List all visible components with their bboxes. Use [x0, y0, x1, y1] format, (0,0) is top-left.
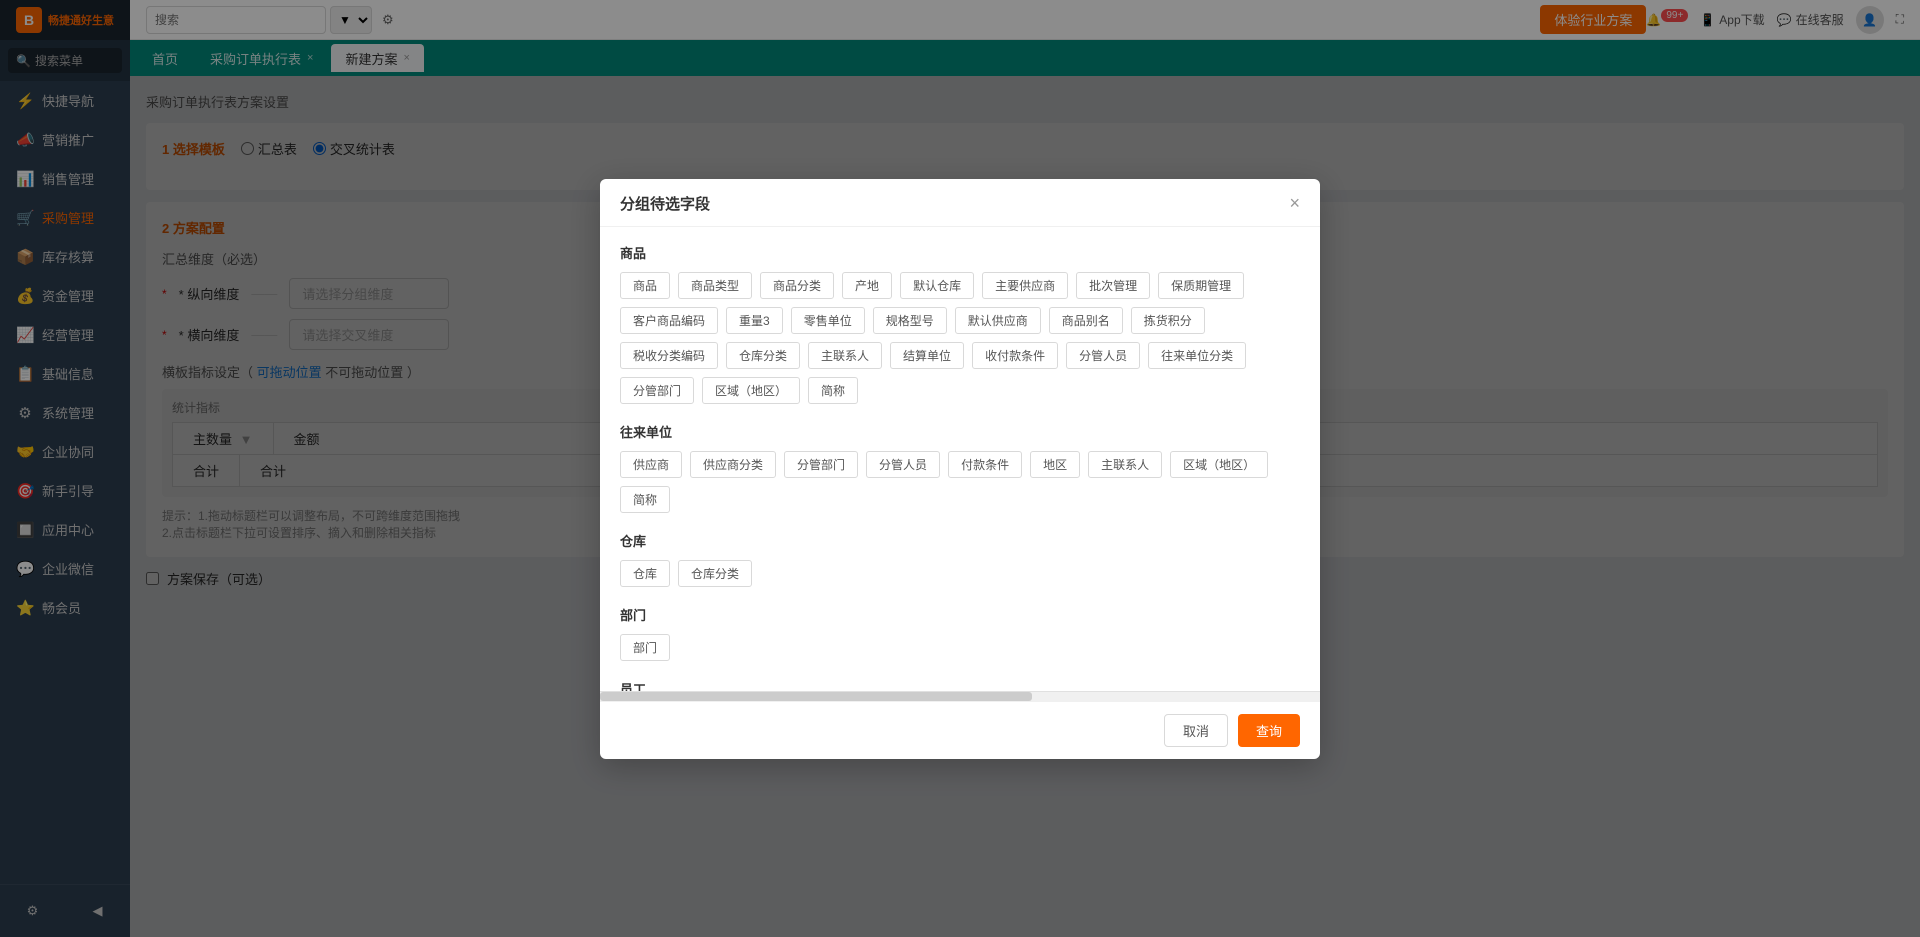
field-tag-1-1[interactable]: 供应商分类	[690, 451, 776, 478]
field-tag-0-2[interactable]: 商品分类	[760, 272, 834, 299]
section-title-1: 往来单位	[620, 422, 1300, 441]
field-tag-0-3[interactable]: 产地	[842, 272, 892, 299]
field-tag-0-6[interactable]: 批次管理	[1076, 272, 1150, 299]
field-tag-0-23[interactable]: 区域（地区）	[702, 377, 800, 404]
modal-title: 分组待选字段	[620, 193, 710, 214]
field-tag-0-15[interactable]: 税收分类编码	[620, 342, 718, 369]
field-tags-3: 部门	[620, 634, 1300, 661]
field-tag-0-17[interactable]: 主联系人	[808, 342, 882, 369]
field-tags-1: 供应商供应商分类分管部门分管人员付款条件地区主联系人区域（地区） 简称	[620, 451, 1300, 513]
field-tag-0-1[interactable]: 商品类型	[678, 272, 752, 299]
modal-section-0: 商品商品商品类型商品分类产地默认仓库主要供应商批次管理保质期管理客户商品编码重量…	[620, 243, 1300, 404]
modal-section-2: 仓库仓库仓库分类	[620, 531, 1300, 587]
section-title-0: 商品	[620, 243, 1300, 262]
field-tag-0-7[interactable]: 保质期管理	[1158, 272, 1244, 299]
field-tag-0-19[interactable]: 收付款条件	[972, 342, 1058, 369]
field-tag-1-8[interactable]: 简称	[620, 486, 670, 513]
field-tag-0-24[interactable]: 简称	[808, 377, 858, 404]
field-tag-0-10[interactable]: 零售单位	[791, 307, 865, 334]
field-tag-1-0[interactable]: 供应商	[620, 451, 682, 478]
field-tags-0: 商品商品类型商品分类产地默认仓库主要供应商批次管理保质期管理客户商品编码重量3 零…	[620, 272, 1300, 404]
field-tag-2-1[interactable]: 仓库分类	[678, 560, 752, 587]
field-tag-0-20[interactable]: 分管人员	[1066, 342, 1140, 369]
field-tags-2: 仓库仓库分类	[620, 560, 1300, 587]
modal-section-3: 部门部门	[620, 605, 1300, 661]
field-tag-1-7[interactable]: 区域（地区）	[1170, 451, 1268, 478]
field-tag-1-6[interactable]: 主联系人	[1088, 451, 1162, 478]
section-title-2: 仓库	[620, 531, 1300, 550]
field-tag-0-16[interactable]: 仓库分类	[726, 342, 800, 369]
field-tag-0-12[interactable]: 默认供应商	[955, 307, 1041, 334]
field-tag-3-0[interactable]: 部门	[620, 634, 670, 661]
modal-footer: 取消 查询	[600, 701, 1320, 759]
section-title-4: 员工	[620, 679, 1300, 691]
modal-cancel-btn[interactable]: 取消	[1164, 714, 1228, 747]
hscroll-thumb	[600, 692, 1032, 701]
field-tag-0-0[interactable]: 商品	[620, 272, 670, 299]
modal-section-1: 往来单位供应商供应商分类分管部门分管人员付款条件地区主联系人区域（地区） 简称	[620, 422, 1300, 513]
field-tag-0-21[interactable]: 往来单位分类	[1148, 342, 1246, 369]
field-tag-0-9[interactable]: 重量3	[726, 307, 783, 334]
field-tag-0-11[interactable]: 规格型号	[873, 307, 947, 334]
field-tag-1-3[interactable]: 分管人员	[866, 451, 940, 478]
field-tag-1-4[interactable]: 付款条件	[948, 451, 1022, 478]
modal-close-btn[interactable]: ×	[1289, 194, 1300, 212]
field-tag-0-4[interactable]: 默认仓库	[900, 272, 974, 299]
modal-hscroll[interactable]	[600, 691, 1320, 701]
modal-dialog: 分组待选字段 × 商品商品商品类型商品分类产地默认仓库主要供应商批次管理保质期管…	[600, 179, 1320, 759]
modal-overlay: 分组待选字段 × 商品商品商品类型商品分类产地默认仓库主要供应商批次管理保质期管…	[0, 0, 1920, 937]
field-tag-0-14[interactable]: 拣货积分	[1131, 307, 1205, 334]
modal-section-4: 员工业务员	[620, 679, 1300, 691]
modal-body: 商品商品商品类型商品分类产地默认仓库主要供应商批次管理保质期管理客户商品编码重量…	[600, 227, 1320, 691]
field-tag-0-5[interactable]: 主要供应商	[982, 272, 1068, 299]
field-tag-0-22[interactable]: 分管部门	[620, 377, 694, 404]
section-title-3: 部门	[620, 605, 1300, 624]
field-tag-0-8[interactable]: 客户商品编码	[620, 307, 718, 334]
field-tag-1-2[interactable]: 分管部门	[784, 451, 858, 478]
field-tag-2-0[interactable]: 仓库	[620, 560, 670, 587]
field-tag-0-13[interactable]: 商品别名	[1049, 307, 1123, 334]
modal-confirm-btn[interactable]: 查询	[1238, 714, 1300, 747]
field-tag-0-18[interactable]: 结算单位	[890, 342, 964, 369]
field-tag-1-5[interactable]: 地区	[1030, 451, 1080, 478]
modal-header: 分组待选字段 ×	[600, 179, 1320, 227]
